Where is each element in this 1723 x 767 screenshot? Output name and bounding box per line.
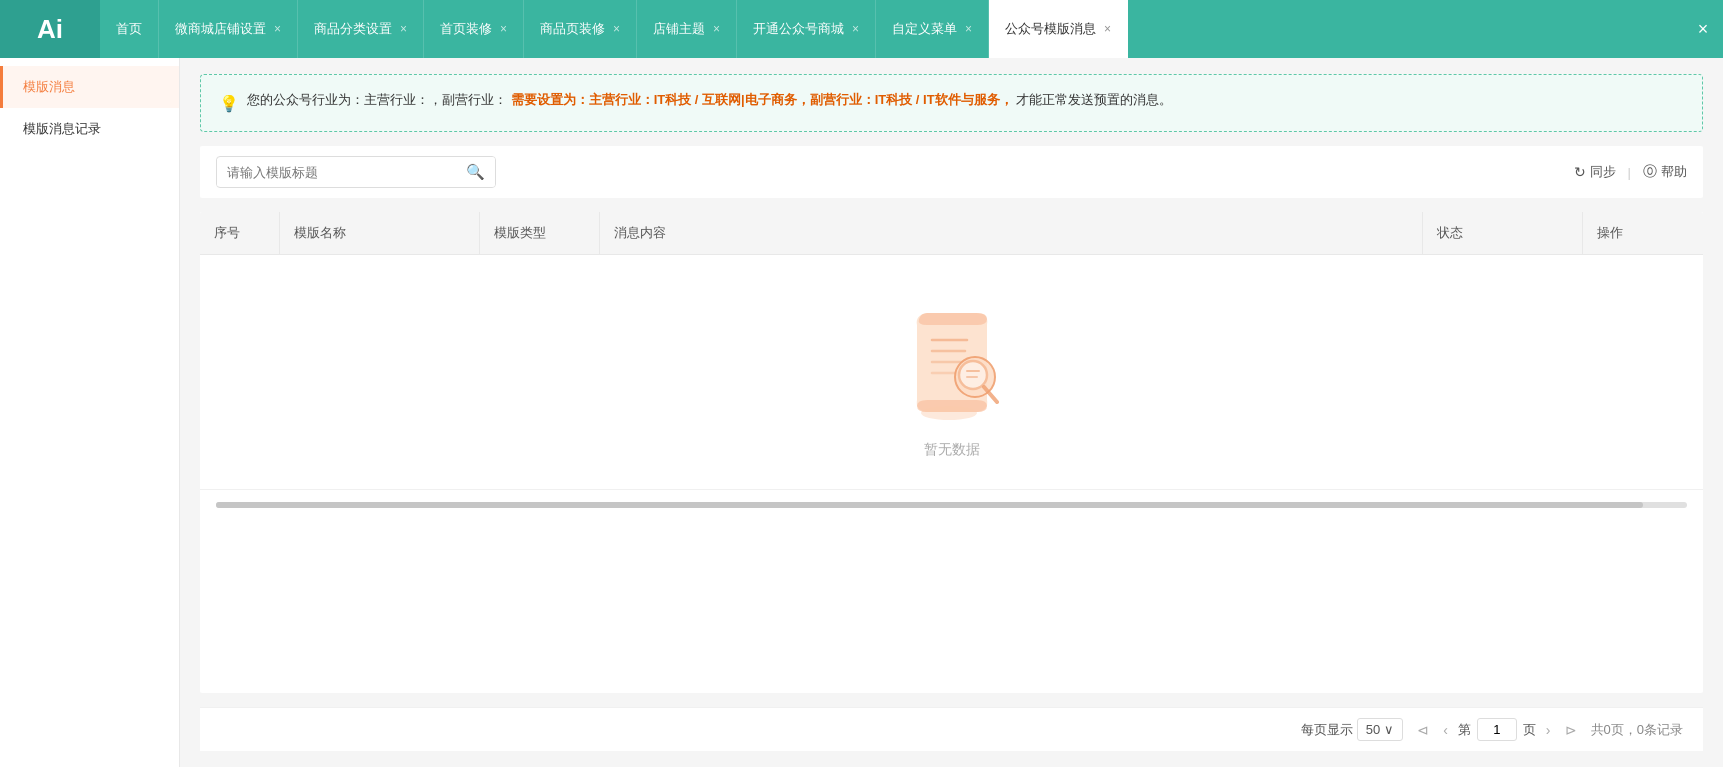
col-header-type: 模版类型: [480, 212, 600, 254]
page-size-dropdown[interactable]: 50 ∨: [1357, 718, 1403, 741]
col-header-status: 状态: [1423, 212, 1583, 254]
horizontal-scrollbar[interactable]: [216, 502, 1687, 508]
pagination-row: 每页显示 50 ∨ ⊲ ‹ 第 页 › ⊳ 共0页，0条记录: [200, 707, 1703, 751]
main-layout: 模版消息 模版消息记录 💡 您的公众号行业为：主营行业：，副营行业： 需要设置为…: [0, 58, 1723, 767]
col-header-content: 消息内容: [600, 212, 1423, 254]
tab-shop-settings[interactable]: 微商城店铺设置 ×: [159, 0, 298, 58]
search-button[interactable]: 🔍: [456, 157, 495, 187]
tab-home-decor[interactable]: 首页装修 ×: [424, 0, 524, 58]
last-page-button[interactable]: ⊳: [1561, 720, 1581, 740]
sync-button[interactable]: ↻ 同步: [1574, 163, 1616, 181]
empty-text: 暂无数据: [924, 441, 980, 459]
empty-state: 暂无数据: [200, 255, 1703, 489]
tab-template-msg[interactable]: 公众号模版消息 ×: [989, 0, 1128, 58]
chevron-down-icon: ∨: [1384, 722, 1394, 737]
next-page-button[interactable]: ›: [1542, 720, 1555, 740]
search-input[interactable]: [217, 159, 456, 186]
col-header-action: 操作: [1583, 212, 1703, 254]
bulb-icon: 💡: [219, 90, 239, 117]
svg-point-6: [959, 361, 987, 389]
tab-home[interactable]: 首页: [100, 0, 159, 58]
info-banner: 💡 您的公众号行业为：主营行业：，副营行业： 需要设置为：主营行业：IT科技 /…: [200, 74, 1703, 132]
info-banner-text: 您的公众号行业为：主营行业：，副营行业： 需要设置为：主营行业：IT科技 / 互…: [247, 89, 1172, 111]
prev-page-button[interactable]: ‹: [1439, 720, 1452, 740]
close-all-tabs[interactable]: ×: [1683, 0, 1723, 58]
page-size-select: 每页显示 50 ∨: [1301, 718, 1403, 741]
close-tab-open-mall[interactable]: ×: [852, 22, 859, 36]
page-total: 共0页，0条记录: [1591, 721, 1683, 739]
col-header-name: 模版名称: [280, 212, 480, 254]
data-table: 序号 模版名称 模版类型 消息内容 状态 操作: [200, 212, 1703, 693]
close-tab-home-decor[interactable]: ×: [500, 22, 507, 36]
col-header-index: 序号: [200, 212, 280, 254]
close-tab-shop-settings[interactable]: ×: [274, 22, 281, 36]
content-area: 💡 您的公众号行业为：主营行业：，副营行业： 需要设置为：主营行业：IT科技 /…: [180, 58, 1723, 767]
search-input-wrap: 🔍: [216, 156, 496, 188]
tab-open-mall[interactable]: 开通公众号商城 ×: [737, 0, 876, 58]
empty-illustration: [887, 295, 1017, 425]
sidebar: 模版消息 模版消息记录: [0, 58, 180, 767]
tab-product-decor[interactable]: 商品页装修 ×: [524, 0, 637, 58]
sidebar-item-template-msg-log[interactable]: 模版消息记录: [0, 108, 179, 150]
divider: |: [1628, 165, 1631, 180]
tab-category-settings[interactable]: 商品分类设置 ×: [298, 0, 424, 58]
help-button[interactable]: ⓪ 帮助: [1643, 163, 1687, 181]
close-tab-template-msg[interactable]: ×: [1104, 22, 1111, 36]
tab-shop-theme[interactable]: 店铺主题 ×: [637, 0, 737, 58]
search-row: 🔍 ↻ 同步 | ⓪ 帮助: [200, 146, 1703, 198]
sync-icon: ↻: [1574, 164, 1586, 180]
tab-custom-menu[interactable]: 自定义菜单 ×: [876, 0, 989, 58]
close-tab-category-settings[interactable]: ×: [400, 22, 407, 36]
first-page-button[interactable]: ⊲: [1413, 720, 1433, 740]
page-navigation: ⊲ ‹ 第 页 › ⊳: [1413, 718, 1580, 741]
table-header: 序号 模版名称 模版类型 消息内容 状态 操作: [200, 212, 1703, 255]
page-number-input[interactable]: [1477, 718, 1517, 741]
sidebar-item-template-msg[interactable]: 模版消息: [0, 66, 179, 108]
nav-tabs: 首页 微商城店铺设置 × 商品分类设置 × 首页装修 × 商品页装修 × 店铺主…: [100, 0, 1683, 58]
scrollbar-area: [200, 489, 1703, 520]
search-actions: ↻ 同步 | ⓪ 帮助: [1574, 163, 1687, 181]
close-tab-custom-menu[interactable]: ×: [965, 22, 972, 36]
help-icon: ⓪: [1643, 163, 1657, 181]
top-nav: Ai 首页 微商城店铺设置 × 商品分类设置 × 首页装修 × 商品页装修 × …: [0, 0, 1723, 58]
close-tab-shop-theme[interactable]: ×: [713, 22, 720, 36]
logo: Ai: [0, 0, 100, 58]
close-tab-product-decor[interactable]: ×: [613, 22, 620, 36]
